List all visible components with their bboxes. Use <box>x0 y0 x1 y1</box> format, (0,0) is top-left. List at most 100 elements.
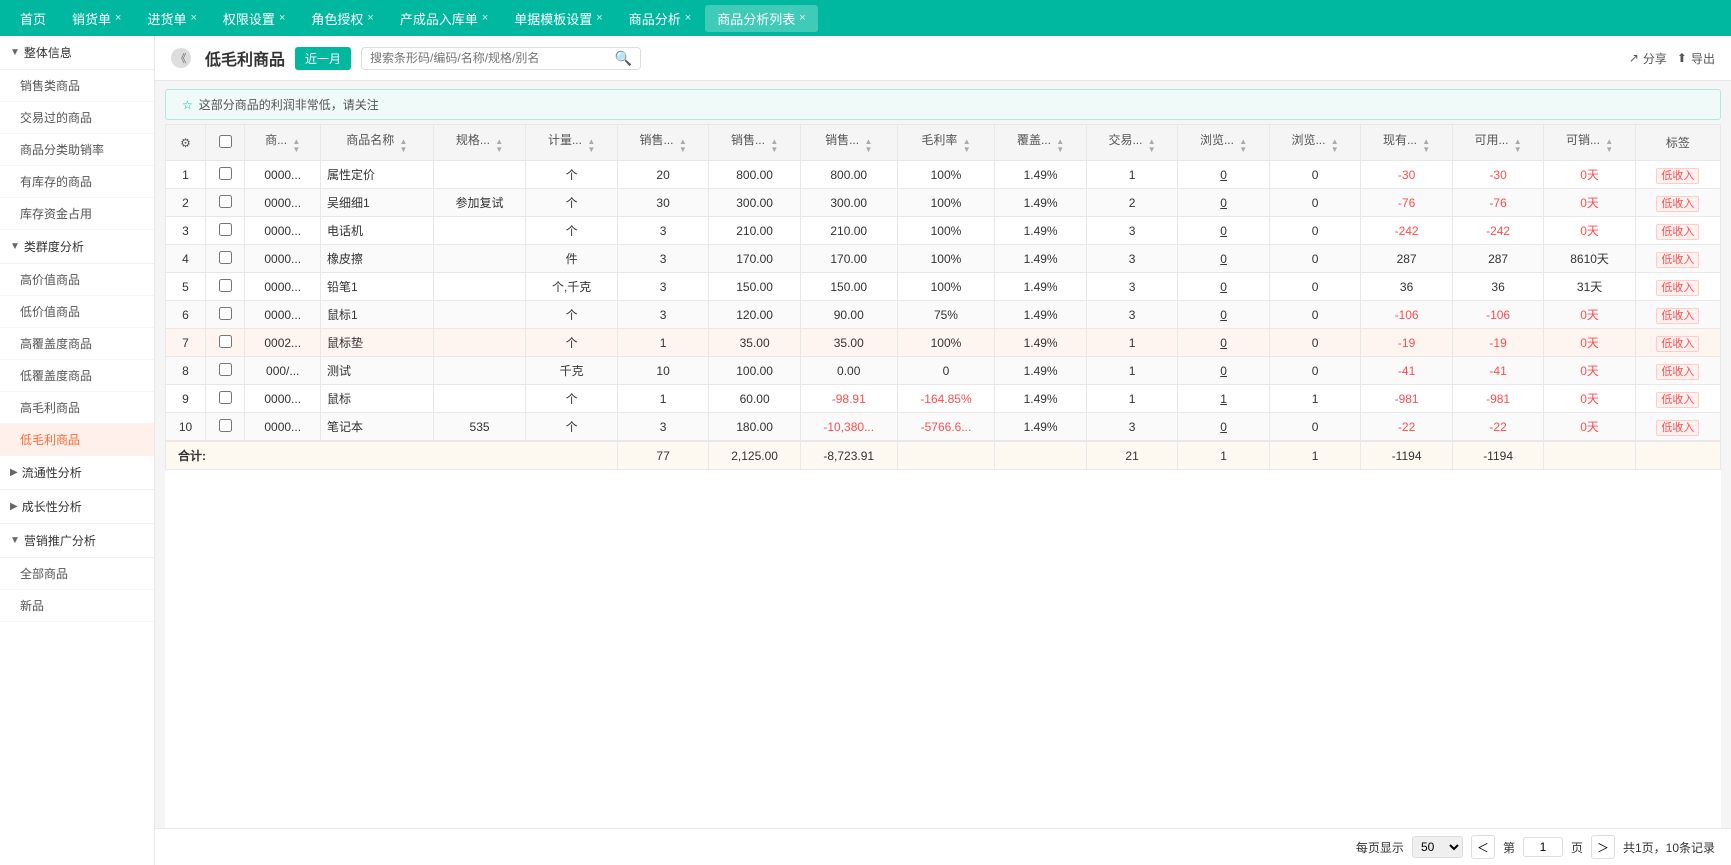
row-checkbox[interactable] <box>206 273 245 301</box>
nav-close-analysis-list[interactable]: × <box>799 12 805 24</box>
col-current[interactable]: 现有... ▲▼ <box>1361 125 1453 161</box>
row-checkbox[interactable] <box>206 245 245 273</box>
col-unit[interactable]: 计量... ▲▼ <box>526 125 618 161</box>
row-browse1[interactable]: 0 <box>1178 273 1270 301</box>
col-name[interactable]: 商品名称 ▲▼ <box>320 125 433 161</box>
sidebar-item-all-goods[interactable]: 全部商品 <box>0 558 154 590</box>
nav-product-entry[interactable]: 产成品入库单 × <box>388 5 500 32</box>
row-select-checkbox[interactable] <box>219 419 232 432</box>
select-all-checkbox[interactable] <box>219 135 232 148</box>
nav-home[interactable]: 首页 <box>8 5 58 32</box>
row-browse1[interactable]: 0 <box>1178 329 1270 357</box>
row-browse1[interactable]: 0 <box>1178 413 1270 442</box>
nav-close-permission[interactable]: × <box>279 12 285 24</box>
page-prev-button[interactable]: ＜ <box>1471 835 1495 859</box>
row-name[interactable]: 测试 <box>320 357 433 385</box>
row-checkbox[interactable] <box>206 161 245 189</box>
col-sale-amt2[interactable]: 销售... ▲▼ <box>800 125 897 161</box>
row-select-checkbox[interactable] <box>219 335 232 348</box>
col-available[interactable]: 可用... ▲▼ <box>1452 125 1544 161</box>
row-select-checkbox[interactable] <box>219 279 232 292</box>
row-browse1[interactable]: 0 <box>1178 161 1270 189</box>
sidebar-group-overall[interactable]: ▼ 整体信息 <box>0 36 154 70</box>
row-checkbox[interactable] <box>206 301 245 329</box>
sidebar-item-category-sales[interactable]: 商品分类助销率 <box>0 134 154 166</box>
col-spec[interactable]: 规格... ▲▼ <box>433 125 526 161</box>
row-name[interactable]: 橡皮擦 <box>320 245 433 273</box>
row-browse1[interactable]: 0 <box>1178 217 1270 245</box>
row-name[interactable]: 铅笔1 <box>320 273 433 301</box>
sidebar-group-growth[interactable]: ▶ 成长性分析 <box>0 490 154 524</box>
nav-purchase-order[interactable]: 进货单 × <box>135 5 208 32</box>
col-browse2[interactable]: 浏览... ▲▼ <box>1269 125 1361 161</box>
export-button[interactable]: ⬆ 导出 <box>1677 50 1715 67</box>
row-name[interactable]: 属性定价 <box>320 161 433 189</box>
col-gross-rate[interactable]: 毛利率 ▲▼ <box>897 125 995 161</box>
sidebar-collapse-button[interactable]: 《 <box>171 48 191 68</box>
nav-sales-order[interactable]: 销货单 × <box>60 5 133 32</box>
share-button[interactable]: ↗ 分享 <box>1629 50 1667 67</box>
sidebar-item-low-coverage[interactable]: 低覆盖度商品 <box>0 360 154 392</box>
nav-product-analysis[interactable]: 商品分析 × <box>617 5 703 32</box>
row-select-checkbox[interactable] <box>219 195 232 208</box>
row-browse1[interactable]: 0 <box>1178 357 1270 385</box>
sidebar-item-sales-goods[interactable]: 销售类商品 <box>0 70 154 102</box>
row-checkbox[interactable] <box>206 329 245 357</box>
row-select-checkbox[interactable] <box>219 307 232 320</box>
row-select-checkbox[interactable] <box>219 363 232 376</box>
nav-close-product[interactable]: × <box>482 12 488 24</box>
row-name[interactable]: 鼠标 <box>320 385 433 413</box>
row-browse1[interactable]: 0 <box>1178 301 1270 329</box>
search-input[interactable] <box>370 51 615 65</box>
sidebar-item-high-margin[interactable]: 高毛利商品 <box>0 392 154 424</box>
sidebar-group-circulation[interactable]: ▶ 流通性分析 <box>0 456 154 490</box>
row-checkbox[interactable] <box>206 189 245 217</box>
nav-close-analysis[interactable]: × <box>685 12 691 24</box>
row-browse1[interactable]: 1 <box>1178 385 1270 413</box>
col-coverage[interactable]: 覆盖... ▲▼ <box>995 125 1087 161</box>
col-tx-count[interactable]: 交易... ▲▼ <box>1086 125 1178 161</box>
col-sale-amt1[interactable]: 销售... ▲▼ <box>709 125 801 161</box>
sidebar-group-marketing[interactable]: ▼ 营销推广分析 <box>0 524 154 558</box>
col-saleable[interactable]: 可销... ▲▼ <box>1544 125 1636 161</box>
nav-close-role[interactable]: × <box>367 12 373 24</box>
row-checkbox[interactable] <box>206 217 245 245</box>
nav-close-template[interactable]: × <box>596 12 602 24</box>
row-checkbox[interactable] <box>206 357 245 385</box>
nav-analysis-list[interactable]: 商品分析列表 × <box>705 5 817 32</box>
row-name[interactable]: 鼠标1 <box>320 301 433 329</box>
row-browse1[interactable]: 0 <box>1178 245 1270 273</box>
nav-permission-settings[interactable]: 权限设置 × <box>211 5 297 32</box>
sidebar-item-in-stock[interactable]: 有库存的商品 <box>0 166 154 198</box>
nav-template-settings[interactable]: 单据模板设置 × <box>502 5 614 32</box>
row-select-checkbox[interactable] <box>219 391 232 404</box>
sidebar-group-cluster[interactable]: ▼ 类群度分析 <box>0 230 154 264</box>
page-number-input[interactable] <box>1523 837 1563 857</box>
row-name[interactable]: 鼠标垫 <box>320 329 433 357</box>
nav-close-sales[interactable]: × <box>115 12 121 24</box>
col-checkbox[interactable] <box>206 125 245 161</box>
row-select-checkbox[interactable] <box>219 167 232 180</box>
sidebar-item-low-value[interactable]: 低价值商品 <box>0 296 154 328</box>
sidebar-item-traded-goods[interactable]: 交易过的商品 <box>0 102 154 134</box>
col-settings[interactable]: ⚙ <box>166 125 206 161</box>
nav-close-purchase[interactable]: × <box>190 12 196 24</box>
sidebar-item-high-coverage[interactable]: 高覆盖度商品 <box>0 328 154 360</box>
row-select-checkbox[interactable] <box>219 223 232 236</box>
sidebar-item-high-value[interactable]: 高价值商品 <box>0 264 154 296</box>
per-page-select[interactable]: 50 100 200 <box>1412 836 1463 858</box>
sidebar-item-stock-capital[interactable]: 库存资金占用 <box>0 198 154 230</box>
row-checkbox[interactable] <box>206 413 245 442</box>
row-name[interactable]: 笔记本 <box>320 413 433 442</box>
sidebar-item-new-goods[interactable]: 新品 <box>0 590 154 622</box>
col-code[interactable]: 商... ▲▼ <box>245 125 320 161</box>
row-checkbox[interactable] <box>206 385 245 413</box>
col-browse1[interactable]: 浏览... ▲▼ <box>1178 125 1270 161</box>
period-button[interactable]: 近一月 <box>295 47 351 70</box>
row-name[interactable]: 电话机 <box>320 217 433 245</box>
page-next-button[interactable]: ＞ <box>1591 835 1615 859</box>
row-select-checkbox[interactable] <box>219 251 232 264</box>
sidebar-item-low-margin[interactable]: 低毛利商品 <box>0 424 154 456</box>
row-name[interactable]: 吴细细1 <box>320 189 433 217</box>
row-browse1[interactable]: 0 <box>1178 189 1270 217</box>
